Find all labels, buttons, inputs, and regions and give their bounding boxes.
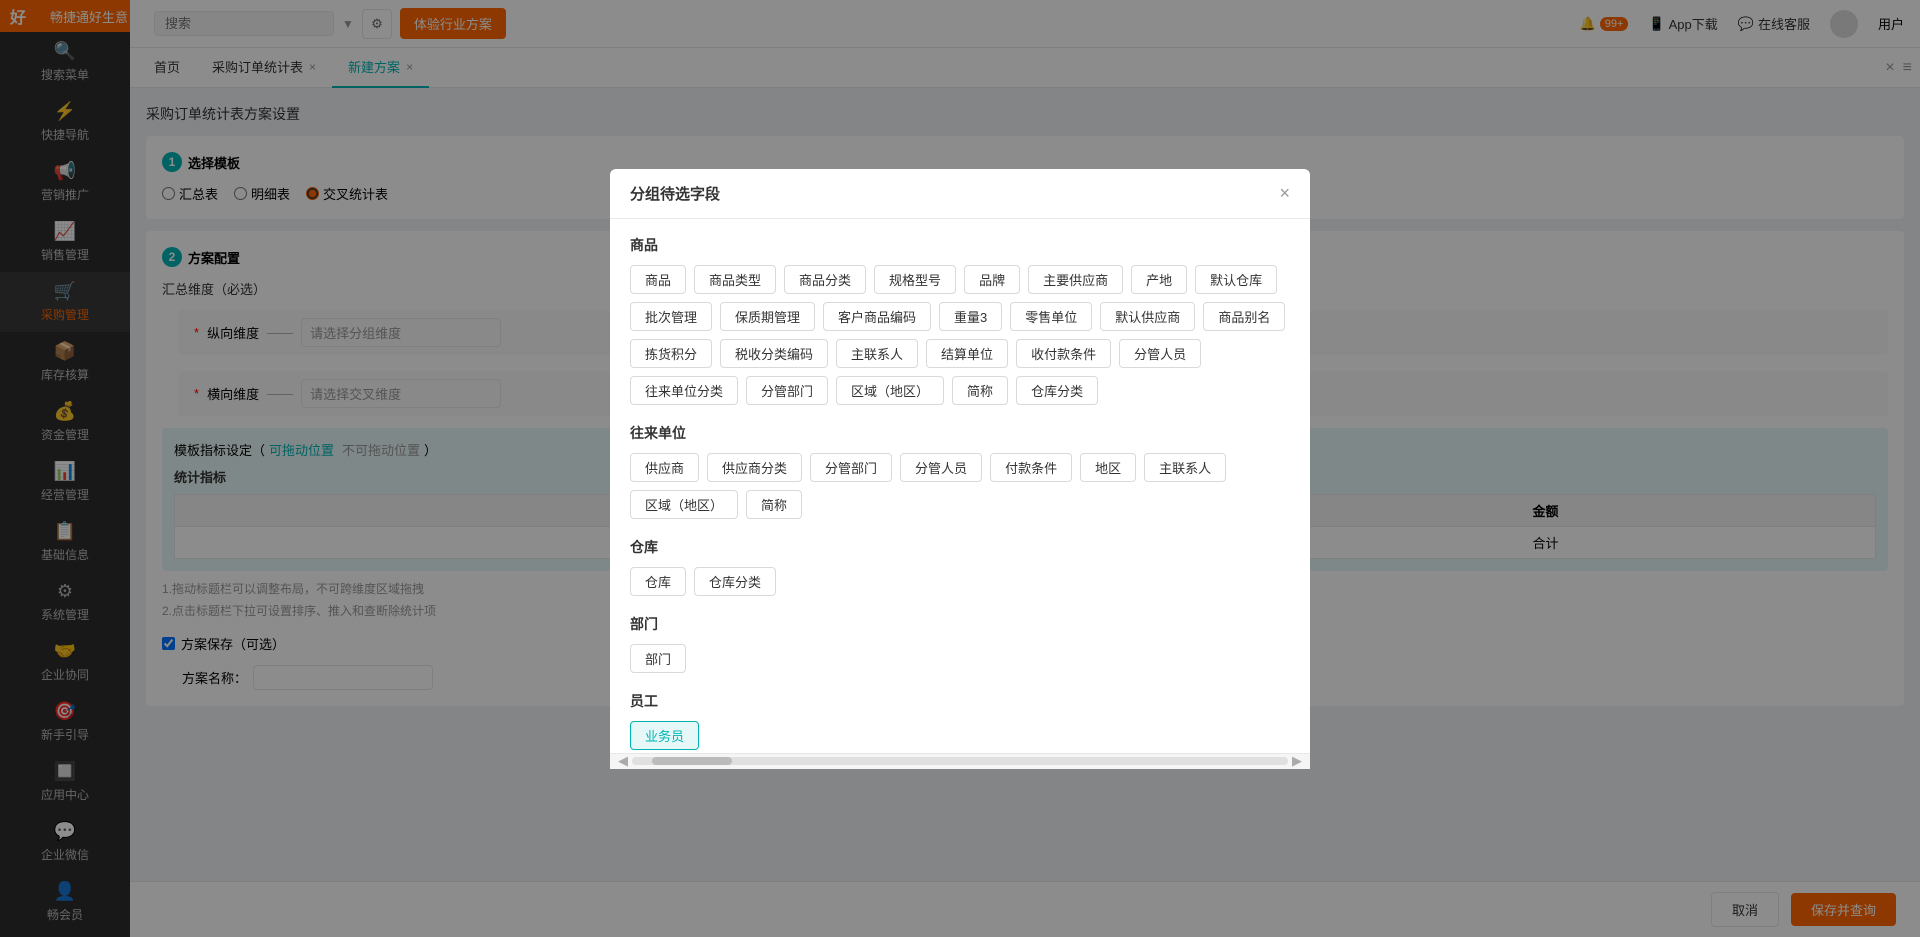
- field-tag-2-1[interactable]: 仓库分类: [694, 567, 776, 596]
- field-tags-0: 商品商品类型商品分类规格型号品牌主要供应商产地默认仓库批次管理保质期管理客户商品…: [630, 265, 1290, 405]
- field-tag-0-1[interactable]: 商品类型: [694, 265, 776, 294]
- modal: 分组待选字段 × 商品商品商品类型商品分类规格型号品牌主要供应商产地默认仓库批次…: [610, 169, 1310, 769]
- field-tags-1: 供应商供应商分类分管部门分管人员付款条件地区主联系人区域（地区） 简称: [630, 453, 1290, 519]
- field-group-title-3: 部门: [630, 614, 1290, 634]
- field-tag-0-23[interactable]: 区域（地区）: [836, 376, 944, 405]
- field-tag-1-4[interactable]: 付款条件: [990, 453, 1072, 482]
- field-tag-1-0[interactable]: 供应商: [630, 453, 699, 482]
- field-tag-0-0[interactable]: 商品: [630, 265, 686, 294]
- field-tag-1-1[interactable]: 供应商分类: [707, 453, 802, 482]
- modal-title: 分组待选字段: [630, 183, 720, 204]
- field-tag-0-19[interactable]: 收付款条件: [1016, 339, 1111, 368]
- field-tag-0-10[interactable]: 客户商品编码: [823, 302, 931, 331]
- modal-header: 分组待选字段 ×: [610, 169, 1310, 219]
- field-tag-0-13[interactable]: 默认供应商: [1100, 302, 1195, 331]
- field-tag-0-17[interactable]: 主联系人: [836, 339, 918, 368]
- field-tag-1-3[interactable]: 分管人员: [900, 453, 982, 482]
- field-tag-1-5[interactable]: 地区: [1080, 453, 1136, 482]
- field-tag-1-7[interactable]: 区域（地区）: [630, 490, 738, 519]
- field-tag-1-2[interactable]: 分管部门: [810, 453, 892, 482]
- modal-body: 商品商品商品类型商品分类规格型号品牌主要供应商产地默认仓库批次管理保质期管理客户…: [610, 219, 1310, 753]
- field-tag-0-11[interactable]: 重量3: [939, 302, 1002, 331]
- field-tags-4: 业务员: [630, 721, 1290, 750]
- field-tag-0-5[interactable]: 主要供应商: [1028, 265, 1123, 294]
- field-group-0: 商品商品商品类型商品分类规格型号品牌主要供应商产地默认仓库批次管理保质期管理客户…: [630, 235, 1290, 405]
- field-group-title-4: 员工: [630, 691, 1290, 711]
- field-tag-0-3[interactable]: 规格型号: [874, 265, 956, 294]
- field-group-2: 仓库仓库仓库分类: [630, 537, 1290, 596]
- field-tag-0-4[interactable]: 品牌: [964, 265, 1020, 294]
- field-group-3: 部门部门: [630, 614, 1290, 673]
- scroll-right-arrow[interactable]: ▶: [1288, 753, 1306, 769]
- field-group-4: 员工业务员: [630, 691, 1290, 750]
- field-group-title-0: 商品: [630, 235, 1290, 255]
- field-tag-0-2[interactable]: 商品分类: [784, 265, 866, 294]
- field-tag-0-12[interactable]: 零售单位: [1010, 302, 1092, 331]
- field-tag-1-8[interactable]: 简称: [746, 490, 802, 519]
- field-tag-0-20[interactable]: 分管人员: [1119, 339, 1201, 368]
- field-tag-4-0[interactable]: 业务员: [630, 721, 699, 750]
- field-tag-0-24[interactable]: 简称: [952, 376, 1008, 405]
- field-tag-0-15[interactable]: 拣货积分: [630, 339, 712, 368]
- field-tag-0-14[interactable]: 商品别名: [1203, 302, 1285, 331]
- field-group-title-2: 仓库: [630, 537, 1290, 557]
- field-tag-0-18[interactable]: 结算单位: [926, 339, 1008, 368]
- field-tag-0-16[interactable]: 税收分类编码: [720, 339, 828, 368]
- field-tag-0-9[interactable]: 保质期管理: [720, 302, 815, 331]
- field-tag-0-8[interactable]: 批次管理: [630, 302, 712, 331]
- field-tag-0-22[interactable]: 分管部门: [746, 376, 828, 405]
- field-group-1: 往来单位供应商供应商分类分管部门分管人员付款条件地区主联系人区域（地区） 简称: [630, 423, 1290, 519]
- field-tag-0-7[interactable]: 默认仓库: [1195, 265, 1277, 294]
- field-tag-0-21[interactable]: 往来单位分类: [630, 376, 738, 405]
- field-tag-2-0[interactable]: 仓库: [630, 567, 686, 596]
- field-tags-2: 仓库仓库分类: [630, 567, 1290, 596]
- field-tags-3: 部门: [630, 644, 1290, 673]
- field-tag-3-0[interactable]: 部门: [630, 644, 686, 673]
- scroll-left-arrow[interactable]: ◀: [614, 753, 632, 769]
- modal-overlay: 分组待选字段 × 商品商品商品类型商品分类规格型号品牌主要供应商产地默认仓库批次…: [0, 0, 1920, 937]
- horizontal-scrollbar[interactable]: [632, 757, 1288, 765]
- modal-close-icon[interactable]: ×: [1279, 183, 1290, 204]
- field-group-title-1: 往来单位: [630, 423, 1290, 443]
- field-tag-1-6[interactable]: 主联系人: [1144, 453, 1226, 482]
- modal-footer-scroll: ◀ ▶: [610, 753, 1310, 769]
- field-tag-0-25[interactable]: 仓库分类: [1016, 376, 1098, 405]
- scrollbar-thumb: [652, 757, 732, 765]
- field-tag-0-6[interactable]: 产地: [1131, 265, 1187, 294]
